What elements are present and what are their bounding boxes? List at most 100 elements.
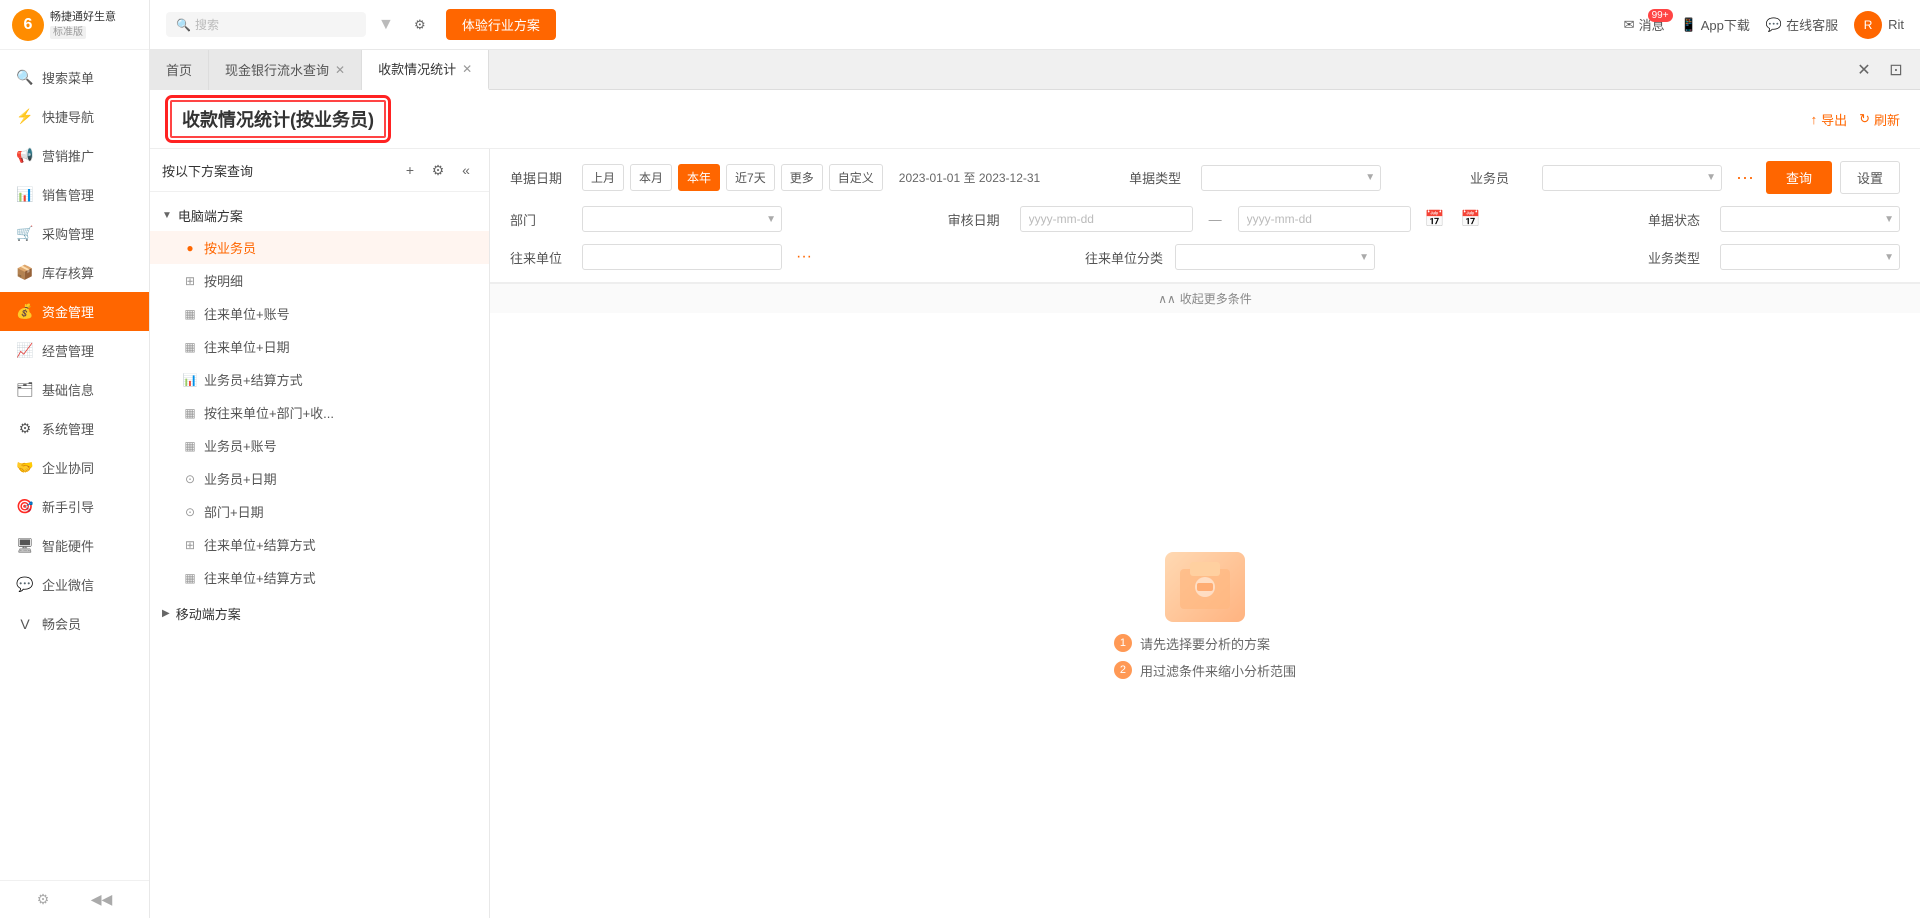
sidebar-item-basic[interactable]: 🗂 基础信息 bbox=[0, 370, 149, 409]
dept-select[interactable] bbox=[582, 206, 782, 232]
empty-illustration bbox=[1165, 552, 1245, 622]
tab-collection-stat[interactable]: 收款情况统计✕ bbox=[362, 50, 489, 90]
tree-item-by-salesman[interactable]: ●按业务员 bbox=[150, 231, 489, 264]
sidebar-item-label-marketing: 营销推广 bbox=[42, 146, 94, 165]
sidebar-item-guide[interactable]: 🎯 新手引导 bbox=[0, 487, 149, 526]
page-header-right: ↑ 导出 ↻ 刷新 bbox=[1811, 110, 1900, 129]
customer-more-btn[interactable]: ··· bbox=[796, 248, 812, 266]
tree-item-unit-dept-col[interactable]: ▦按往来单位+部门+收... bbox=[150, 396, 489, 429]
sidebar-item-marketing[interactable]: 📢 营销推广 bbox=[0, 136, 149, 175]
tree-group-header-移动端方案[interactable]: ▶ 移动端方案 bbox=[150, 598, 489, 629]
tab-close-collection-stat[interactable]: ✕ bbox=[462, 62, 472, 76]
dept-select-wrapper bbox=[582, 206, 782, 232]
export-btn[interactable]: ↑ 导出 bbox=[1811, 110, 1848, 129]
customer-category-select[interactable] bbox=[1175, 244, 1375, 270]
step-1-num: 1 bbox=[1114, 634, 1132, 652]
operation-icon: 📈 bbox=[16, 342, 34, 360]
sidebar-item-hardware[interactable]: 🖥 智能硬件 bbox=[0, 526, 149, 565]
doc-type-label: 单据类型 bbox=[1129, 168, 1189, 187]
sidebar-item-operation[interactable]: 📈 经营管理 bbox=[0, 331, 149, 370]
tree-item-label-salesman-date: 业务员+日期 bbox=[204, 469, 277, 488]
tree-item-dept-date[interactable]: ⊙部门+日期 bbox=[150, 495, 489, 528]
scheme-settings-btn[interactable]: ⚙ bbox=[427, 159, 449, 181]
online-service-btn[interactable]: 💬 在线客服 bbox=[1766, 15, 1838, 34]
salesman-more-btn[interactable]: ··· bbox=[1736, 167, 1754, 188]
tree-item-salesman-account[interactable]: ▦业务员+账号 bbox=[150, 429, 489, 462]
sidebar-item-search-menu[interactable]: 🔍 搜索菜单 bbox=[0, 58, 149, 97]
sidebar-item-label-corp: 企业协同 bbox=[42, 458, 94, 477]
sidebar-item-purchase[interactable]: 🛒 采购管理 bbox=[0, 214, 149, 253]
customer-category-select-wrapper bbox=[1175, 244, 1375, 270]
biz-type-select[interactable] bbox=[1720, 244, 1900, 270]
collapse-bar[interactable]: ∧∧ 收起更多条件 bbox=[490, 283, 1920, 313]
sidebar-item-wechat[interactable]: 💬 企业微信 bbox=[0, 565, 149, 604]
topbar-settings-icon[interactable]: ⚙ bbox=[406, 11, 434, 39]
user-avatar[interactable]: R Rit bbox=[1854, 11, 1904, 39]
salesman-select[interactable] bbox=[1542, 165, 1722, 191]
audit-date-calendar-start-icon[interactable]: 📅 bbox=[1425, 209, 1445, 229]
tree-item-salesman-date[interactable]: ⊙业务员+日期 bbox=[150, 462, 489, 495]
date-btn-近7天[interactable]: 近7天 bbox=[726, 164, 775, 191]
sidebar-item-inventory[interactable]: 📦 库存核算 bbox=[0, 253, 149, 292]
service-icon: 💬 bbox=[1766, 17, 1782, 33]
demo-btn[interactable]: 体验行业方案 bbox=[446, 9, 556, 40]
sidebar-item-sales[interactable]: 📊 销售管理 bbox=[0, 175, 149, 214]
step-2-num: 2 bbox=[1114, 661, 1132, 679]
refresh-btn[interactable]: ↻ 刷新 bbox=[1859, 110, 1900, 129]
close-window-icon[interactable]: ✕ bbox=[1852, 58, 1876, 82]
date-btn-本年[interactable]: 本年 bbox=[678, 164, 720, 191]
sidebar-item-system[interactable]: ⚙ 系统管理 bbox=[0, 409, 149, 448]
tree-item-unit-date[interactable]: ▦往来单位+日期 bbox=[150, 330, 489, 363]
topbar-right: ✉ 消息 99+ 📱 App下载 💬 在线客服 R Rit bbox=[1624, 11, 1904, 39]
audit-date-calendar-end-icon[interactable]: 📅 bbox=[1461, 209, 1481, 229]
tab-bank-flow[interactable]: 现金银行流水查询 ✕ bbox=[209, 50, 362, 90]
tree-item-label-dept-date: 部门+日期 bbox=[204, 502, 264, 521]
salesman-settle-icon: 📊 bbox=[182, 372, 198, 388]
query-btn[interactable]: 查询 bbox=[1766, 161, 1832, 194]
audit-date-end-input[interactable] bbox=[1238, 206, 1411, 232]
tab-home[interactable]: 首页 bbox=[150, 50, 209, 90]
date-btn-本月[interactable]: 本月 bbox=[630, 164, 672, 191]
date-btn-自定义[interactable]: 自定义 bbox=[829, 164, 883, 191]
collapse-sidebar-icon[interactable]: ◀◀ bbox=[91, 891, 113, 908]
tab-close-bank-flow[interactable]: ✕ bbox=[335, 63, 345, 77]
sidebar-item-label-sales: 销售管理 bbox=[42, 185, 94, 204]
sidebar-item-quick-nav[interactable]: ⚡ 快捷导航 bbox=[0, 97, 149, 136]
sidebar-item-label-inventory: 库存核算 bbox=[42, 263, 94, 282]
sidebar-item-finance[interactable]: 💰 资金管理 bbox=[0, 292, 149, 331]
doc-status-select[interactable] bbox=[1720, 206, 1900, 232]
audit-date-start-input[interactable] bbox=[1020, 206, 1193, 232]
settings-bottom-icon[interactable]: ⚙ bbox=[37, 891, 50, 908]
date-range-display: 2023-01-01 至 2023-12-31 bbox=[899, 169, 1040, 186]
unit-dept-col-icon: ▦ bbox=[182, 405, 198, 421]
logo-area: 6 畅捷通好生意 标准版 bbox=[0, 0, 149, 50]
tree-item-by-detail[interactable]: ⊞按明细 bbox=[150, 264, 489, 297]
customer-category-label: 往来单位分类 bbox=[1085, 248, 1163, 267]
left-panel-header: 按以下方案查询 + ⚙ « bbox=[150, 149, 489, 192]
collapse-left-panel-btn[interactable]: « bbox=[455, 159, 477, 181]
empty-step-2: 2 用过滤条件来缩小分析范围 bbox=[1114, 661, 1296, 680]
sidebar: 6 畅捷通好生意 标准版 🔍 搜索菜单⚡ 快捷导航📢 营销推广📊 销售管理🛒 采… bbox=[0, 0, 150, 918]
query-row-1: 单据日期 上月本月本年近7天更多自定义 2023-01-01 至 2023-12… bbox=[510, 161, 1900, 194]
tree-group-header-电脑端方案[interactable]: ▼ 电脑端方案 bbox=[150, 200, 489, 231]
app-download-btn[interactable]: 📱 App下载 bbox=[1681, 15, 1750, 34]
search-bar[interactable]: 🔍 搜索 bbox=[166, 12, 366, 37]
add-scheme-btn[interactable]: + bbox=[399, 159, 421, 181]
date-btn-上月[interactable]: 上月 bbox=[582, 164, 624, 191]
tree-item-unit-account[interactable]: ▦往来单位+账号 bbox=[150, 297, 489, 330]
customer-input[interactable] bbox=[582, 244, 782, 270]
date-btn-更多[interactable]: 更多 bbox=[781, 164, 823, 191]
tree-item-unit-settle1[interactable]: ⊞往来单位+结算方式 bbox=[150, 528, 489, 561]
maximize-window-icon[interactable]: ⊡ bbox=[1884, 58, 1908, 82]
sidebar-item-member[interactable]: V 畅会员 bbox=[0, 604, 149, 643]
doc-type-select[interactable] bbox=[1201, 165, 1381, 191]
tree-item-salesman-settle[interactable]: 📊业务员+结算方式 bbox=[150, 363, 489, 396]
message-btn[interactable]: ✉ 消息 99+ bbox=[1624, 15, 1665, 34]
logo-text: 畅捷通好生意 标准版 bbox=[50, 10, 116, 39]
corp-icon: 🤝 bbox=[16, 459, 34, 477]
tree-item-unit-settle2[interactable]: ▦往来单位+结算方式 bbox=[150, 561, 489, 594]
sidebar-item-corp[interactable]: 🤝 企业协同 bbox=[0, 448, 149, 487]
tab-label-bank-flow: 现金银行流水查询 bbox=[225, 60, 329, 79]
query-settings-btn[interactable]: 设置 bbox=[1840, 161, 1900, 194]
sidebar-item-label-quick-nav: 快捷导航 bbox=[42, 107, 94, 126]
